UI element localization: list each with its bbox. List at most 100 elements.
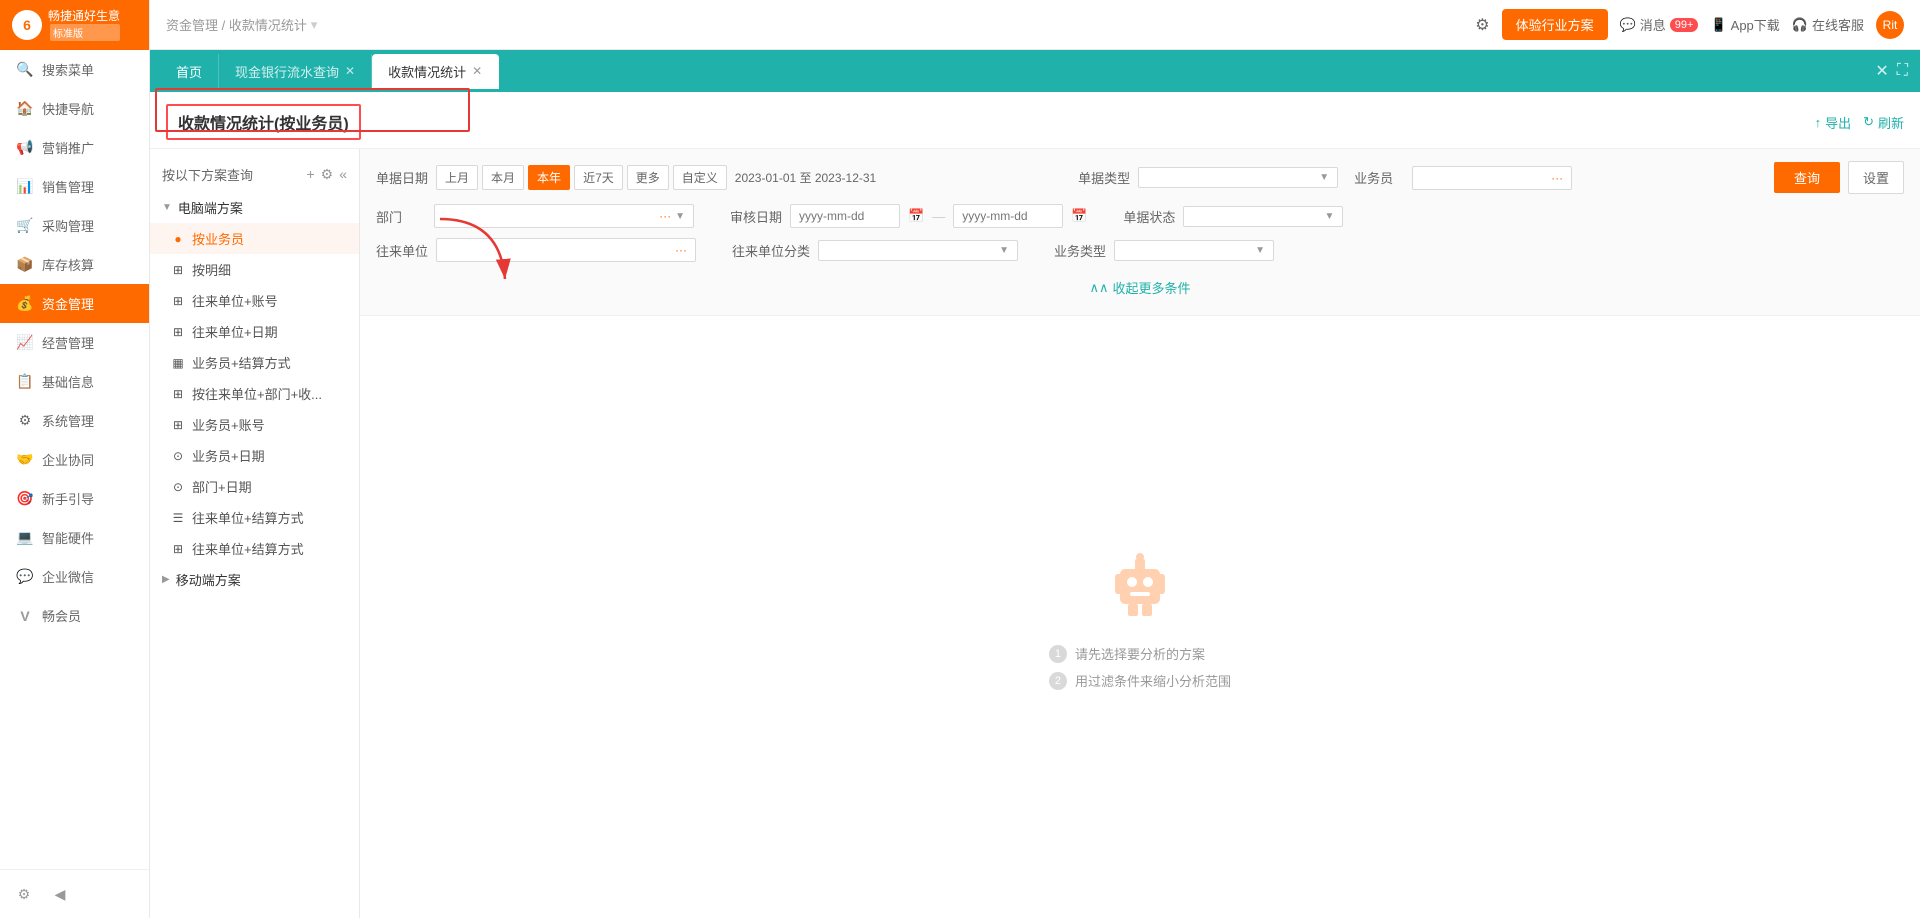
top-header: 资金管理 / 收款情况统计 ▾ ⚙ 体验行业方案 💬 消息 99+ 📱 App下… bbox=[150, 0, 1920, 50]
department-filter: 部门 ··· ▼ bbox=[376, 204, 694, 228]
collapse-up-icon: ∧∧ bbox=[1089, 280, 1108, 296]
sidebar-item-sales[interactable]: 📊 销售管理 bbox=[0, 167, 149, 206]
clock-icon-2: ⊙ bbox=[170, 479, 186, 495]
collapse-panel-icon[interactable]: « bbox=[339, 166, 347, 183]
tree-item-sales-date[interactable]: ⊙ 业务员+日期 bbox=[150, 440, 359, 471]
date-btn-more[interactable]: 更多 bbox=[627, 165, 669, 190]
sidebar-item-search[interactable]: 🔍 搜索菜单 bbox=[0, 50, 149, 89]
member-icon: V bbox=[16, 607, 34, 625]
date-btn-custom[interactable]: 自定义 bbox=[673, 165, 727, 190]
sales-icon: 📊 bbox=[16, 178, 34, 196]
chart-icon: ▦ bbox=[170, 355, 186, 371]
voucher-status-select[interactable]: ▼ bbox=[1183, 206, 1343, 227]
tree-item-party-account[interactable]: ⊞ 往来单位+账号 bbox=[150, 285, 359, 316]
settings-icon[interactable]: ⚙ bbox=[1475, 15, 1489, 35]
filter-settings-button[interactable]: 设置 bbox=[1848, 161, 1904, 194]
service-icon: 🎧 bbox=[1792, 17, 1808, 33]
review-date-end[interactable] bbox=[953, 204, 1063, 228]
sidebar-item-inventory[interactable]: 📦 库存核算 bbox=[0, 245, 149, 284]
sidebar-item-member[interactable]: V 畅会员 bbox=[0, 596, 149, 635]
calendar-icon-start[interactable]: 📅 bbox=[908, 208, 924, 224]
add-scheme-icon[interactable]: + bbox=[306, 166, 314, 183]
sidebar-item-enterprise[interactable]: 🤝 企业协同 bbox=[0, 440, 149, 479]
refresh-button[interactable]: ↻ 刷新 bbox=[1863, 113, 1904, 132]
list-icon-1: ☰ bbox=[170, 510, 186, 526]
scheme-settings-icon[interactable]: ⚙ bbox=[321, 166, 334, 183]
salesperson-more[interactable]: ··· bbox=[1551, 171, 1563, 185]
tab-collection-stats[interactable]: 收款情况统计 ✕ bbox=[372, 54, 499, 89]
date-btn-last-month[interactable]: 上月 bbox=[436, 165, 478, 190]
sidebar-item-guide[interactable]: 🎯 新手引导 bbox=[0, 479, 149, 518]
sidebar-item-management[interactable]: 📈 经营管理 bbox=[0, 323, 149, 362]
date-btn-this-year[interactable]: 本年 bbox=[528, 165, 570, 190]
tree-item-party-date[interactable]: ⊞ 往来单位+日期 bbox=[150, 316, 359, 347]
table-icon-1: ⊞ bbox=[170, 293, 186, 309]
tree-category-mobile[interactable]: ▶ 移动端方案 bbox=[150, 564, 359, 595]
tree-item-sales-settle[interactable]: ▦ 业务员+结算方式 bbox=[150, 347, 359, 378]
maximize-icon[interactable]: ⛶ bbox=[1897, 62, 1908, 80]
left-panel-actions: + ⚙ « bbox=[306, 166, 347, 183]
collapse-sidebar-icon[interactable]: ◀︎ bbox=[46, 880, 74, 908]
tree-item-detail[interactable]: ⊞ 按明细 bbox=[150, 254, 359, 285]
tree-item-party-settle-2[interactable]: ⊞ 往来单位+结算方式 bbox=[150, 533, 359, 564]
query-button[interactable]: 查询 bbox=[1774, 162, 1840, 193]
sidebar-item-nav[interactable]: 🏠 快捷导航 bbox=[0, 89, 149, 128]
dept-more[interactable]: ··· bbox=[659, 209, 671, 223]
salesperson-select[interactable]: ··· bbox=[1412, 166, 1572, 190]
tree-item-party-dept[interactable]: ⊞ 按往来单位+部门+收... bbox=[150, 378, 359, 409]
tree-item-sales-account[interactable]: ⊞ 业务员+账号 bbox=[150, 409, 359, 440]
empty-tip-2: 2 用过滤条件来缩小分析范围 bbox=[1049, 671, 1231, 690]
review-date-start[interactable] bbox=[790, 204, 900, 228]
tree-item-party-settle-1[interactable]: ☰ 往来单位+结算方式 bbox=[150, 502, 359, 533]
sidebar-item-purchase[interactable]: 🛒 采购管理 bbox=[0, 206, 149, 245]
trial-button[interactable]: 体验行业方案 bbox=[1502, 9, 1608, 40]
tree-category-pc[interactable]: ▼ 电脑端方案 bbox=[150, 192, 359, 223]
sidebar-item-system[interactable]: ⚙ 系统管理 bbox=[0, 401, 149, 440]
counterpart-select[interactable]: ··· bbox=[436, 238, 696, 262]
edition-badge: 标准版 bbox=[50, 24, 120, 41]
tab-bank-flow[interactable]: 现金银行流水查询 ✕ bbox=[219, 54, 372, 89]
purchase-icon: 🛒 bbox=[16, 217, 34, 235]
calendar-icon-end[interactable]: 📅 bbox=[1071, 208, 1087, 224]
tab-close-collection[interactable]: ✕ bbox=[472, 64, 482, 78]
tab-bar-right: ✕ ⛶ bbox=[1875, 61, 1920, 81]
counterpart-more[interactable]: ··· bbox=[675, 243, 687, 257]
sidebar-item-wechat[interactable]: 💬 企业微信 bbox=[0, 557, 149, 596]
settings-bottom-icon[interactable]: ⚙ bbox=[10, 880, 38, 908]
tab-home[interactable]: 首页 bbox=[160, 54, 219, 89]
voucher-type-filter: 单据类型 ▼ bbox=[1078, 167, 1338, 188]
logo-icon: 6 bbox=[12, 10, 42, 40]
sidebar-item-base-info[interactable]: 📋 基础信息 bbox=[0, 362, 149, 401]
collapse-more-conditions[interactable]: ∧∧ 收起更多条件 bbox=[1083, 272, 1196, 303]
tree-item-dept-date[interactable]: ⊙ 部门+日期 bbox=[150, 471, 359, 502]
date-btn-7days[interactable]: 近7天 bbox=[574, 165, 623, 190]
table-icon-4: ⊞ bbox=[170, 417, 186, 433]
sidebar-item-finance[interactable]: 💰 资金管理 bbox=[0, 284, 149, 323]
voucher-status-filter: 单据状态 ▼ bbox=[1123, 206, 1343, 227]
home-icon: 🏠 bbox=[16, 100, 34, 118]
sidebar-item-hardware[interactable]: 💻 智能硬件 bbox=[0, 518, 149, 557]
tab-close-bank[interactable]: ✕ bbox=[345, 64, 355, 78]
left-panel: 按以下方案查询 + ⚙ « ▼ 电脑端方案 ● 按业务员 bbox=[150, 149, 360, 918]
business-type-select[interactable]: ▼ bbox=[1114, 240, 1274, 261]
department-select[interactable]: ··· ▼ bbox=[434, 204, 694, 228]
counterpart-category-select[interactable]: ▼ bbox=[818, 240, 1018, 261]
user-avatar[interactable]: Rit bbox=[1876, 11, 1904, 39]
voucher-type-select[interactable]: ▼ bbox=[1138, 167, 1338, 188]
filter-row-2: 部门 ··· ▼ 审核日期 📅 — bbox=[376, 204, 1904, 228]
export-button[interactable]: ↑ 导出 bbox=[1815, 113, 1852, 132]
sidebar-item-marketing[interactable]: 📢 营销推广 bbox=[0, 128, 149, 167]
business-type-filter: 业务类型 ▼ bbox=[1054, 240, 1274, 261]
hardware-icon: 💻 bbox=[16, 529, 34, 547]
tree-item-by-salesperson[interactable]: ● 按业务员 bbox=[150, 223, 359, 254]
review-date-filter: 审核日期 📅 — 📅 bbox=[730, 204, 1087, 228]
app-download-button[interactable]: 📱 App下载 bbox=[1710, 15, 1779, 34]
online-service-button[interactable]: 🎧 在线客服 bbox=[1792, 15, 1864, 34]
counterpart-category-filter: 往来单位分类 ▼ bbox=[732, 240, 1018, 261]
export-icon: ↑ bbox=[1815, 115, 1822, 130]
tree-expand-arrow: ▼ bbox=[162, 202, 172, 213]
guide-icon: 🎯 bbox=[16, 490, 34, 508]
messages-button[interactable]: 💬 消息 99+ bbox=[1620, 15, 1699, 34]
close-window-icon[interactable]: ✕ bbox=[1875, 61, 1888, 81]
date-btn-this-month[interactable]: 本月 bbox=[482, 165, 524, 190]
